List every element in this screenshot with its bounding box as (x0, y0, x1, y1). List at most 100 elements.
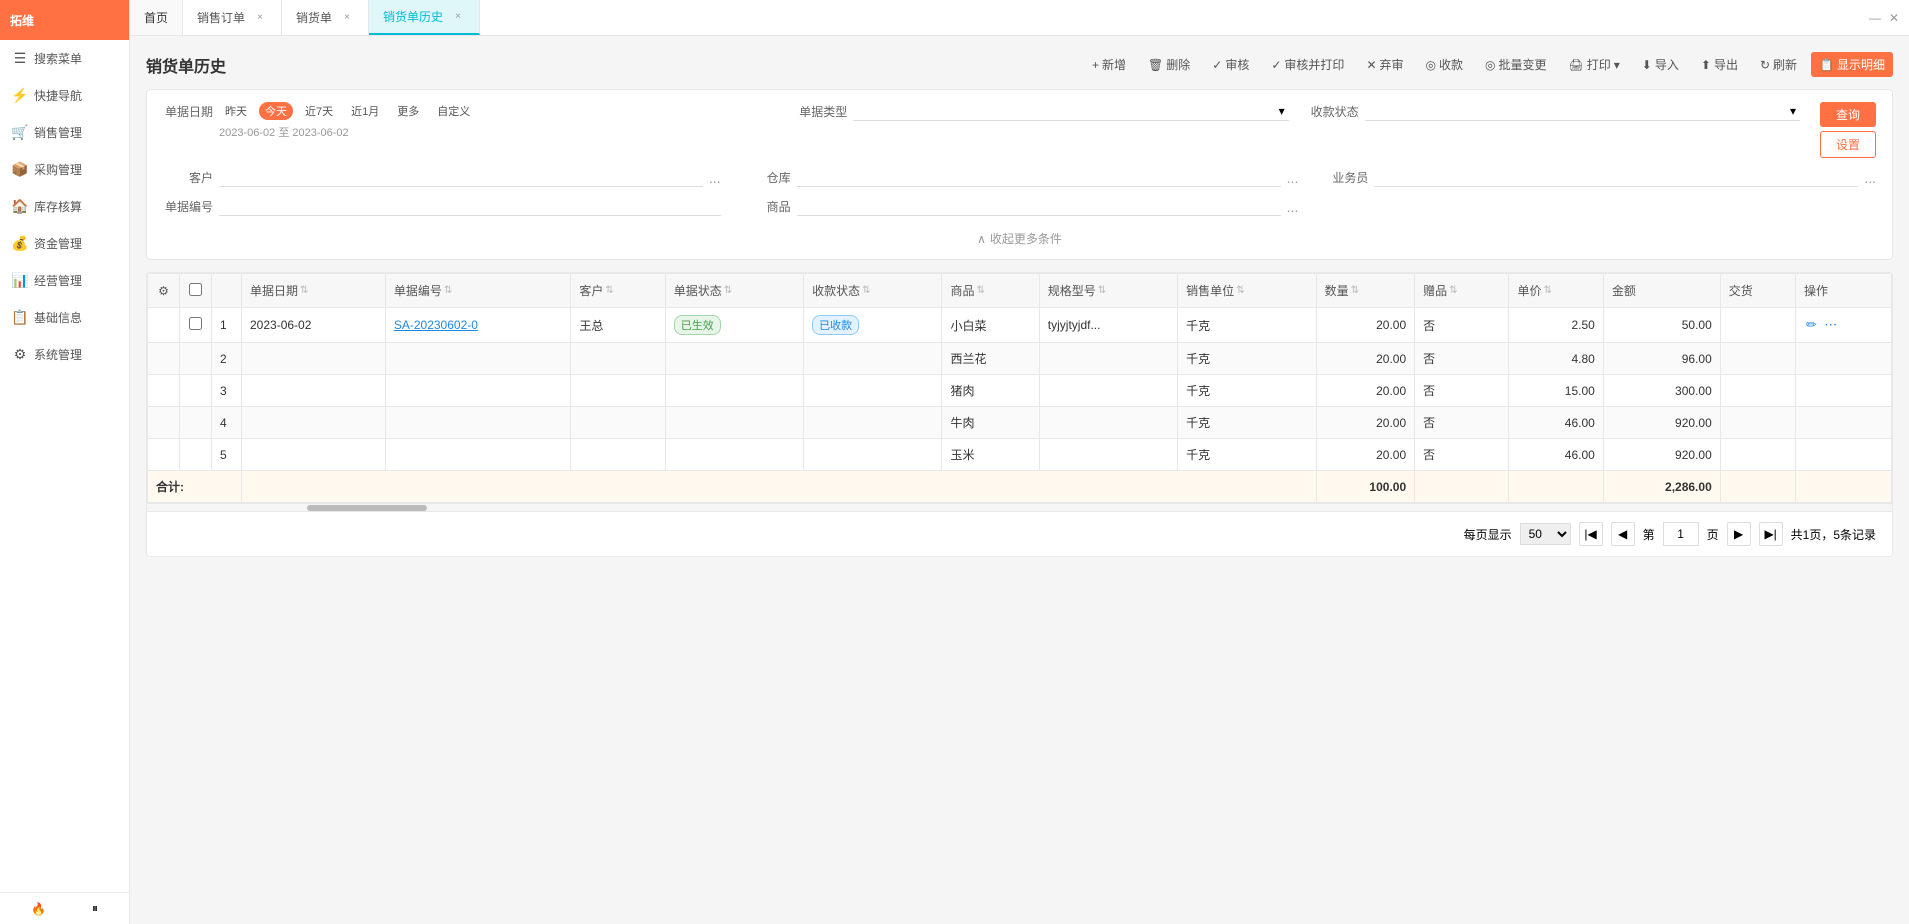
import-button[interactable]: ⬇ 导入 (1634, 52, 1687, 77)
sidebar-item-inventory[interactable]: 🏠 库存核算 (0, 188, 129, 225)
cell-customer-5 (571, 439, 665, 471)
cell-unit-5: 千克 (1178, 439, 1316, 471)
cell-checkbox-5[interactable] (180, 439, 212, 471)
collect-status-select[interactable]: ▾ (1365, 102, 1800, 121)
sidebar-item-label: 销售管理 (34, 124, 82, 141)
first-page-button[interactable]: |◀ (1579, 522, 1603, 546)
cell-gift-2: 否 (1415, 343, 1509, 375)
edit-icon-1[interactable]: ✏ (1806, 317, 1817, 332)
warehouse-dots[interactable]: ... (1287, 170, 1299, 186)
window-close-icon[interactable]: ✕ (1889, 11, 1899, 25)
sidebar-item-operations[interactable]: 📊 经营管理 (0, 262, 129, 299)
cell-gift-4: 否 (1415, 407, 1509, 439)
cell-qty-1: 20.00 (1316, 308, 1415, 343)
th-product[interactable]: 商品⇅ (942, 274, 1039, 308)
cell-checkbox-3[interactable] (180, 375, 212, 407)
quick-nav-icon: ⚡ (12, 88, 28, 104)
th-doc-no[interactable]: 单据编号⇅ (385, 274, 571, 308)
th-gift[interactable]: 赠品⇅ (1415, 274, 1509, 308)
cell-checkbox-4[interactable] (180, 407, 212, 439)
print-button[interactable]: 🖨 打印 ▾ (1561, 52, 1628, 77)
last-page-button[interactable]: ▶| (1759, 522, 1783, 546)
cell-action-3 (1796, 375, 1892, 407)
cell-gear-3 (148, 375, 180, 407)
cell-product-4: 牛肉 (942, 407, 1039, 439)
tab-sales-history-close[interactable]: × (451, 10, 465, 24)
purchase-mgmt-icon: 📦 (12, 162, 28, 178)
tab-sales-goods-close[interactable]: × (340, 11, 354, 25)
window-minimize-icon[interactable]: — (1869, 11, 1881, 25)
tab-sales-order[interactable]: 销售订单 × (183, 0, 282, 35)
cell-checkbox-1[interactable] (180, 308, 212, 343)
audit-button[interactable]: ✓ 审核 (1204, 52, 1257, 77)
warehouse-input[interactable] (797, 168, 1281, 187)
date-today[interactable]: 今天 (259, 102, 293, 120)
th-doc-date[interactable]: 单据日期⇅ (242, 274, 386, 308)
refresh-button[interactable]: ↻ 刷新 (1752, 52, 1805, 77)
collapse-button[interactable]: ∧ 收起更多条件 (163, 226, 1876, 247)
new-button[interactable]: + 新增 (1084, 52, 1134, 77)
doc-no-link-1[interactable]: SA-20230602-0 (394, 318, 478, 332)
query-button[interactable]: 查询 (1820, 102, 1876, 127)
customer-input[interactable] (219, 168, 703, 187)
total-info: 共1页，5条记录 (1791, 526, 1876, 543)
prev-page-button[interactable]: ◀ (1611, 522, 1635, 546)
tab-sales-history[interactable]: 销货单历史 × (369, 0, 480, 35)
th-collect-status[interactable]: 收款状态⇅ (804, 274, 942, 308)
customer-dots[interactable]: ... (709, 170, 721, 186)
pause-icon[interactable]: ⏸ (92, 901, 98, 916)
system-mgmt-icon: ⚙ (12, 347, 28, 363)
abandon-button[interactable]: ✕ 弃审 (1358, 52, 1411, 77)
cell-checkbox-2[interactable] (180, 343, 212, 375)
date-7days[interactable]: 近7天 (299, 102, 339, 120)
product-dots[interactable]: ... (1287, 199, 1299, 215)
date-1month[interactable]: 近1月 (345, 102, 385, 120)
salesperson-dots[interactable]: ... (1864, 170, 1876, 186)
horizontal-scrollbar[interactable] (147, 503, 1892, 511)
sidebar-item-finance[interactable]: 💰 资金管理 (0, 225, 129, 262)
doc-type-select[interactable]: ▾ (853, 102, 1288, 121)
data-table: ⚙ 单据日期⇅ 单据编号⇅ 客户⇅ 单据状态⇅ 收款状态⇅ 商品⇅ 规格型号⇅ … (146, 272, 1893, 557)
delete-button[interactable]: 🗑 删除 (1140, 52, 1198, 77)
sidebar-item-search-menu[interactable]: ☰ 搜索菜单 (0, 40, 129, 77)
date-more[interactable]: 更多 (391, 102, 425, 120)
th-checkbox[interactable] (180, 274, 212, 308)
th-doc-status[interactable]: 单据状态⇅ (665, 274, 803, 308)
collect-button[interactable]: ◎ 收款 (1418, 52, 1472, 77)
tab-sales-order-close[interactable]: × (253, 11, 267, 25)
more-icon-1[interactable]: ⋯ (1824, 317, 1837, 332)
th-unit-price[interactable]: 单价⇅ (1509, 274, 1603, 308)
audit-print-button[interactable]: ✓ 审核并打印 (1263, 52, 1352, 77)
sidebar-item-sales-mgmt[interactable]: 🛒 销售管理 (0, 114, 129, 151)
pagination: 每页显示 50 100 200 |◀ ◀ 第 1 页 ▶ ▶| 共1页，5条记录 (147, 511, 1892, 556)
product-input[interactable] (797, 197, 1281, 216)
fire-icon[interactable]: 🔥 (31, 902, 46, 916)
th-customer[interactable]: 客户⇅ (571, 274, 665, 308)
th-amount: 金额 (1603, 274, 1720, 308)
sidebar-item-quick-nav[interactable]: ⚡ 快捷导航 (0, 77, 129, 114)
sidebar-item-basic-info[interactable]: 📋 基础信息 (0, 299, 129, 336)
th-unit[interactable]: 销售单位⇅ (1178, 274, 1316, 308)
select-all-checkbox[interactable] (189, 283, 202, 296)
tab-home[interactable]: 首页 (130, 0, 183, 35)
show-detail-button[interactable]: 📋 显示明细 (1811, 52, 1893, 77)
date-custom[interactable]: 自定义 (431, 102, 476, 120)
current-page-input[interactable]: 1 (1663, 522, 1699, 546)
table-row: 5 玉米 千克 20.00 否 46.00 920.00 (148, 439, 1892, 471)
next-page-button[interactable]: ▶ (1727, 522, 1751, 546)
export-button[interactable]: ⬆ 导出 (1693, 52, 1746, 77)
sidebar-item-purchase-mgmt[interactable]: 📦 采购管理 (0, 151, 129, 188)
cell-gear-2 (148, 343, 180, 375)
date-yesterday[interactable]: 昨天 (219, 102, 253, 120)
th-spec[interactable]: 规格型号⇅ (1039, 274, 1177, 308)
batch-change-button[interactable]: ◎ 批量变更 (1477, 52, 1555, 77)
settings-button[interactable]: 设置 (1820, 131, 1876, 158)
per-page-select[interactable]: 50 100 200 (1520, 523, 1571, 545)
footer-gift-empty (1415, 471, 1509, 503)
th-qty[interactable]: 数量⇅ (1316, 274, 1415, 308)
doc-no-input[interactable] (219, 197, 721, 216)
salesperson-input[interactable] (1374, 168, 1858, 187)
tab-sales-goods[interactable]: 销货单 × (282, 0, 369, 35)
th-gear[interactable]: ⚙ (148, 274, 180, 308)
sidebar-item-system-mgmt[interactable]: ⚙ 系统管理 (0, 336, 129, 373)
